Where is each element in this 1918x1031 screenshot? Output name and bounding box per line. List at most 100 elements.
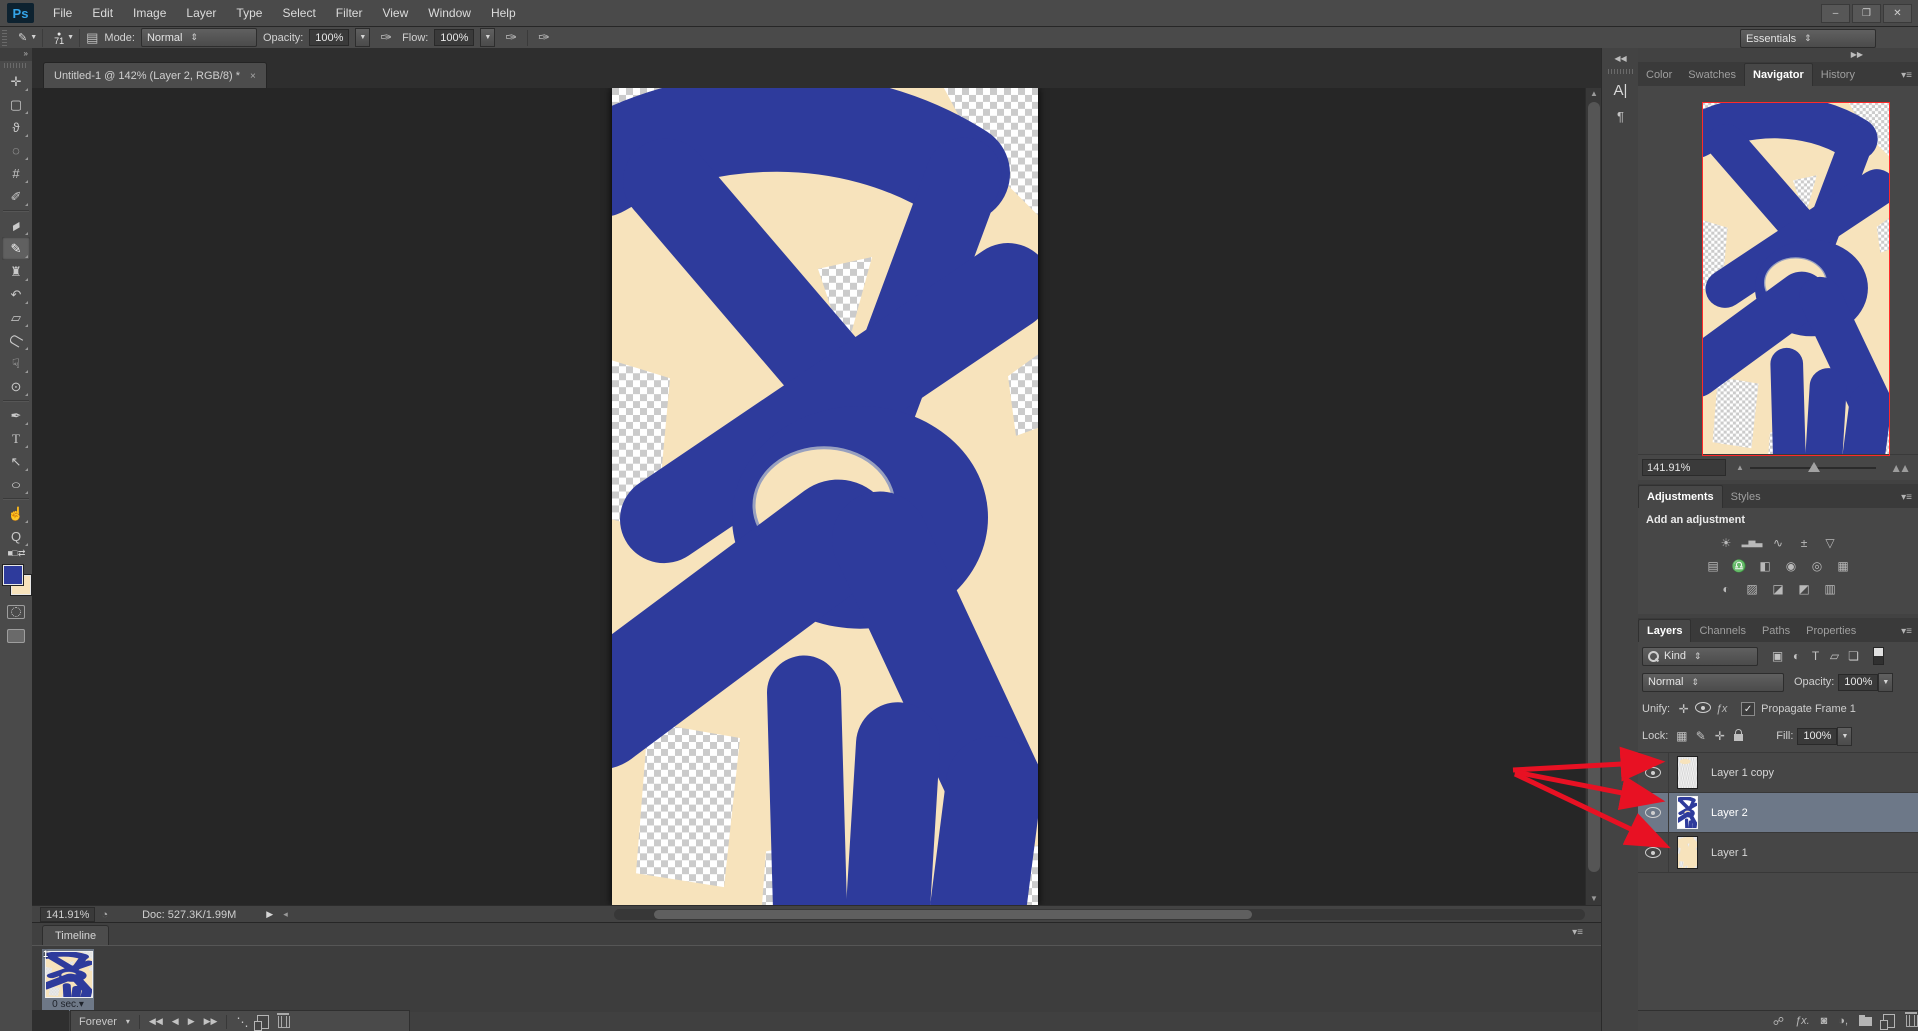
paint-bucket-tool[interactable]: ⋃ <box>2 329 30 352</box>
timeline-tab[interactable]: Timeline <box>42 925 110 946</box>
tab-close-icon[interactable]: × <box>250 71 256 82</box>
ellipse-tool[interactable]: ○ <box>2 473 30 496</box>
menu-filter[interactable]: Filter <box>326 6 373 20</box>
zoom-level-field[interactable]: 141.91% <box>40 907 96 922</box>
vertical-scrollbar[interactable]: ▲ ▼ <box>1585 88 1602 905</box>
screen-mode-button[interactable] <box>7 629 25 643</box>
pen-tool[interactable]: ✒ <box>2 404 30 427</box>
invert-icon[interactable]: ◐ <box>1716 580 1737 597</box>
tablet-opacity-icon[interactable]: ✑ <box>376 29 396 46</box>
menu-view[interactable]: View <box>372 6 418 20</box>
gradient-map-icon[interactable]: ◩ <box>1794 580 1815 597</box>
default-colors-icon[interactable]: ■□ <box>8 548 18 558</box>
fill-input[interactable]: 100% <box>1797 727 1838 745</box>
workspace-switcher[interactable]: Essentials ⇕ <box>1740 29 1876 48</box>
brush-tool[interactable]: ✎ <box>2 237 30 260</box>
canvas-viewport[interactable] <box>32 88 1585 905</box>
navigator-zoom-field[interactable]: 141.91% <box>1642 459 1726 476</box>
scroll-down-icon[interactable]: ▼ <box>1586 893 1602 905</box>
eraser-tool[interactable]: ▱ <box>2 306 30 329</box>
lock-position-icon[interactable]: ✛ <box>1710 729 1729 743</box>
layer-thumbnail[interactable] <box>1677 756 1698 789</box>
tween-button[interactable]: ⋱ <box>236 1015 248 1029</box>
status-play-icon[interactable]: ▶ <box>266 909 273 920</box>
filtering-toggle[interactable] <box>1873 647 1884 665</box>
lock-pixels-icon[interactable]: ✎ <box>1691 729 1710 743</box>
loop-count-select[interactable]: Forever <box>79 1016 117 1028</box>
tab-channels[interactable]: Channels <box>1691 620 1753 642</box>
zoom-out-icon[interactable]: ▲ <box>1736 463 1744 472</box>
status-collapse-icon[interactable]: ◂ <box>283 909 288 920</box>
collapse-panels-icon[interactable]: ▶▶ <box>1851 50 1863 59</box>
strip-grip[interactable] <box>1608 69 1633 74</box>
visibility-toggle[interactable] <box>1638 833 1669 872</box>
zoom-slider-thumb[interactable] <box>1808 461 1821 472</box>
filter-shape-layers-icon[interactable]: ▱ <box>1825 649 1844 663</box>
channel-mixer-icon[interactable]: ◎ <box>1807 557 1828 574</box>
tab-properties[interactable]: Properties <box>1798 620 1864 642</box>
type-tool[interactable]: T <box>2 427 30 450</box>
menu-edit[interactable]: Edit <box>82 6 123 20</box>
navigator-view-box[interactable] <box>1702 102 1890 456</box>
layer-name[interactable]: Layer 1 copy <box>1711 767 1774 779</box>
default-swap-colors[interactable]: ■□ ⇄ <box>0 548 32 559</box>
exposure-icon[interactable]: ± <box>1794 534 1815 551</box>
tools-grip[interactable] <box>4 63 28 68</box>
panel-menu-icon[interactable]: ▾≡ <box>1901 70 1912 81</box>
quick-mask-button[interactable] <box>7 605 25 619</box>
minimize-button[interactable]: – <box>1821 3 1850 23</box>
navigator-preview[interactable] <box>1702 102 1890 456</box>
tab-navigator[interactable]: Navigator <box>1744 63 1813 86</box>
photo-filter-icon[interactable]: ◉ <box>1781 557 1802 574</box>
flow-input[interactable]: 100% <box>434 29 475 46</box>
timeline-menu-icon[interactable]: ▾≡ <box>1572 927 1583 938</box>
zoom-tool[interactable]: Q <box>2 525 30 548</box>
layer-name[interactable]: Layer 2 <box>1711 807 1748 819</box>
menu-window[interactable]: Window <box>418 6 481 20</box>
next-frame-button[interactable]: ▶▶ <box>204 1016 218 1027</box>
smudge-tool[interactable]: ☟ <box>2 352 30 375</box>
flow-dropdown[interactable]: ▼ <box>480 28 496 47</box>
frame-delay-select[interactable]: 0 sec.▾ <box>42 999 94 1010</box>
play-button[interactable]: ▶ <box>188 1016 195 1027</box>
panel-menu-icon[interactable]: ▾≡ <box>1901 492 1912 503</box>
layer-thumbnail[interactable] <box>1677 796 1698 829</box>
eyedropper-tool[interactable]: ✐ <box>2 185 30 208</box>
menu-select[interactable]: Select <box>272 6 325 20</box>
scroll-up-icon[interactable]: ▲ <box>1586 88 1602 100</box>
add-layer-mask-icon[interactable]: ◙ <box>1821 1015 1828 1027</box>
menu-file[interactable]: File <box>43 6 82 20</box>
layer-style-icon[interactable]: ƒx. <box>1795 1015 1810 1027</box>
menu-help[interactable]: Help <box>481 6 526 20</box>
visibility-toggle[interactable] <box>1638 753 1669 792</box>
layer-name[interactable]: Layer 1 <box>1711 847 1748 859</box>
brush-preset-picker[interactable]: ● 71 ▼ <box>49 28 81 47</box>
filter-smart-objects-icon[interactable]: ❏ <box>1844 649 1863 663</box>
new-layer-icon[interactable] <box>1880 1014 1895 1030</box>
lock-all-icon[interactable] <box>1729 728 1748 744</box>
link-layers-icon[interactable]: ☍ <box>1773 1015 1784 1028</box>
vertical-scroll-thumb[interactable] <box>1588 102 1600 872</box>
lasso-tool[interactable]: ϑ <box>2 116 30 139</box>
color-lookup-icon[interactable]: ▦ <box>1833 557 1854 574</box>
quick-selection-tool[interactable]: ◌ <box>2 139 30 162</box>
tab-adjustments[interactable]: Adjustments <box>1638 485 1723 508</box>
horizontal-scrollbar[interactable] <box>614 909 1585 920</box>
layer-opacity-input[interactable]: 100% <box>1838 673 1879 691</box>
menu-type[interactable]: Type <box>226 6 272 20</box>
opacity-input[interactable]: 100% <box>309 29 350 46</box>
foreground-color-chip[interactable] <box>2 564 24 586</box>
close-button[interactable]: ✕ <box>1883 3 1912 23</box>
brightness-contrast-icon[interactable]: ☀ <box>1716 534 1737 551</box>
panel-menu-icon[interactable]: ▾≡ <box>1901 626 1912 637</box>
marquee-tool[interactable]: ▢ <box>2 93 30 116</box>
filter-pixel-layers-icon[interactable]: ▣ <box>1768 649 1787 663</box>
tab-color[interactable]: Color <box>1638 64 1680 86</box>
animation-frame-1[interactable]: 1 0 sec.▾ <box>42 949 94 1011</box>
history-brush-tool[interactable]: ↶ <box>2 283 30 306</box>
lock-transparency-icon[interactable]: ▦ <box>1672 729 1691 743</box>
layer-row-layer2[interactable]: Layer 2 <box>1638 793 1918 833</box>
layer-row-layer1[interactable]: Layer 1 <box>1638 833 1918 873</box>
move-tool[interactable]: ✛ <box>2 70 30 93</box>
zoom-in-icon[interactable]: ▲▲ <box>1890 461 1911 475</box>
